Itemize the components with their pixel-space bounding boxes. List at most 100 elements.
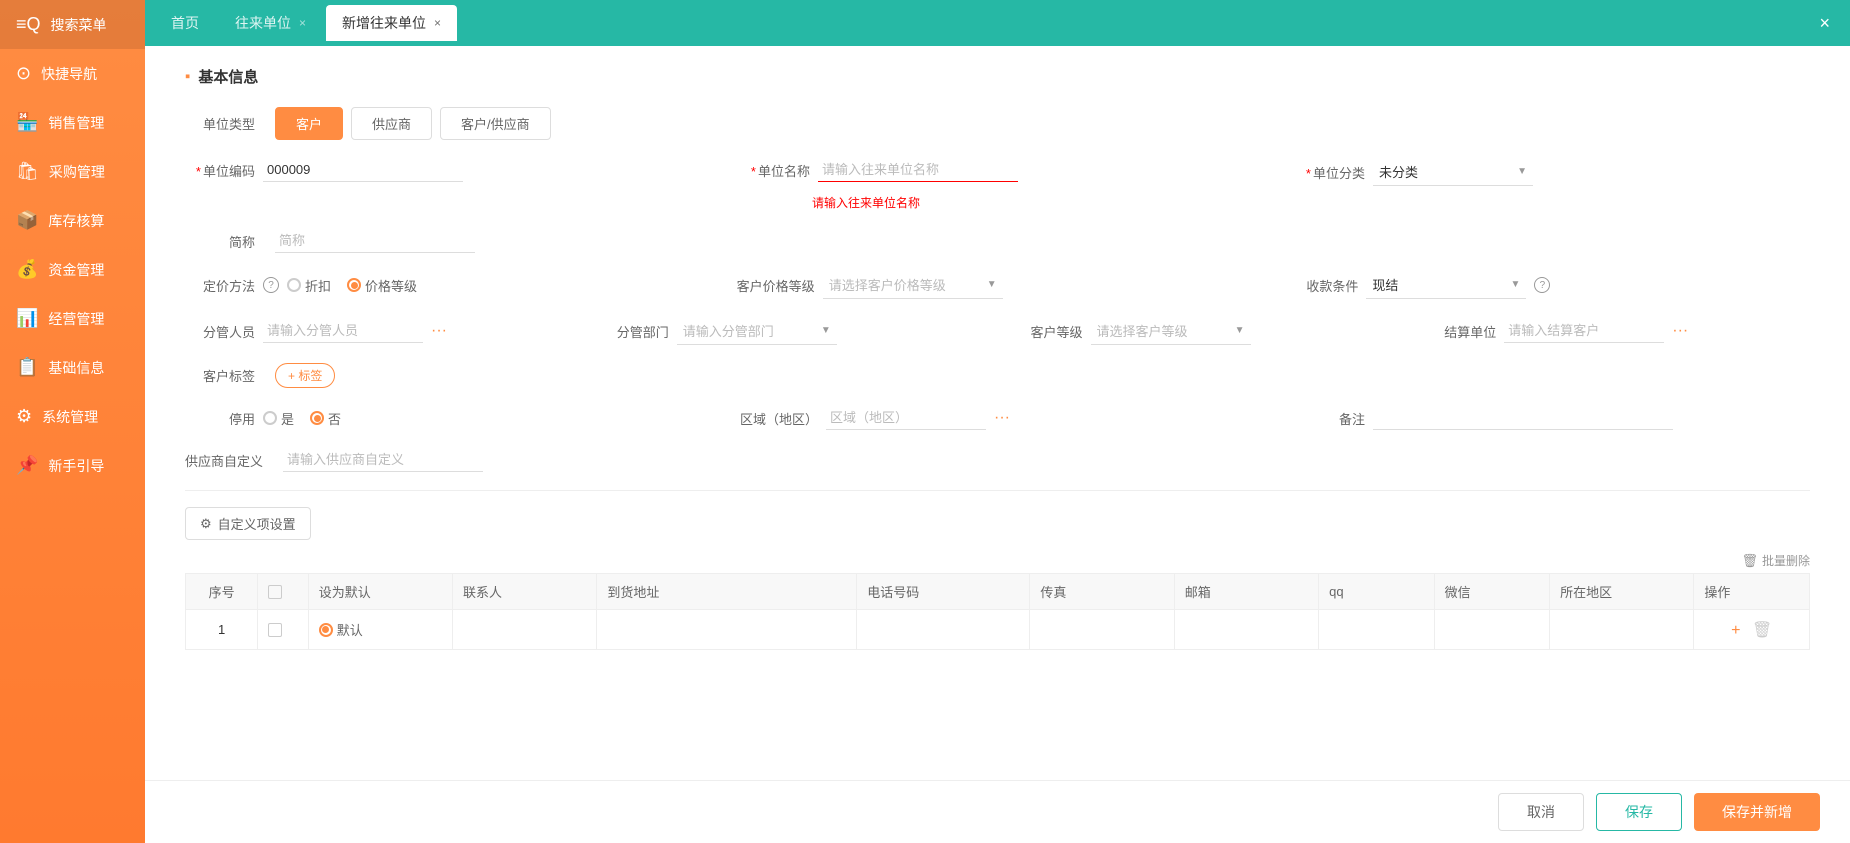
add-row-btn[interactable]: +	[1727, 622, 1744, 639]
sidebar-item-guide[interactable]: 📌 新手引导	[0, 441, 145, 490]
td-fax	[1030, 610, 1174, 650]
th-email: 邮箱	[1174, 574, 1318, 610]
department-dropdown-icon: ▼	[821, 325, 831, 336]
th-address: 到货地址	[597, 574, 857, 610]
customer-price-level-select[interactable]: 请选择客户价格等级 ▼	[823, 271, 1003, 299]
unit-type-label: 单位类型	[185, 114, 255, 133]
tab-home[interactable]: 首页	[155, 5, 215, 41]
unit-name-input[interactable]	[818, 158, 1018, 182]
region-more-btn[interactable]: ···	[994, 409, 1010, 427]
manager-more-btn[interactable]: ···	[431, 322, 447, 340]
payment-terms-select[interactable]: 现结 ▼	[1366, 271, 1526, 299]
save-button[interactable]: 保存	[1596, 793, 1682, 831]
sidebar: ≡Q 搜索菜单 ⊙ 快捷导航 🏪 销售管理 🛍 采购管理 📦 库存核算 💰 资金…	[0, 0, 145, 843]
department-field: 分管部门 请输入分管部门 ▼	[599, 317, 983, 345]
supplier-custom-input[interactable]	[283, 448, 483, 472]
remark-input[interactable]	[1373, 406, 1673, 430]
type-btn-both[interactable]: 客户/供应商	[440, 107, 551, 140]
payment-terms-field: 收款条件 现结 ▼ ?	[1288, 271, 1810, 299]
form-content: ▪ 基本信息 单位类型 客户 供应商 客户/供应商 单位编码	[145, 46, 1850, 780]
type-btn-supplier[interactable]: 供应商	[351, 107, 432, 140]
sidebar-item-operations[interactable]: 📊 经营管理	[0, 294, 145, 343]
sidebar-item-finance[interactable]: 💰 资金管理	[0, 245, 145, 294]
sidebar-item-purchase[interactable]: 🛍 采购管理	[0, 147, 145, 196]
settlement-field: 结算单位 ···	[1426, 319, 1810, 343]
radio-price-level[interactable]: 价格等级	[347, 276, 417, 295]
delete-row-btn[interactable]: 🗑	[1748, 622, 1776, 639]
area-input[interactable]	[1560, 618, 1683, 641]
radio-yes-circle	[263, 411, 277, 425]
select-all-checkbox[interactable]	[268, 585, 282, 599]
default-radio-circle	[319, 623, 333, 637]
close-window-button[interactable]: ×	[1809, 13, 1840, 34]
th-action: 操作	[1694, 574, 1810, 610]
fax-input[interactable]	[1040, 618, 1163, 641]
batch-delete-area: 🗑 批量删除	[185, 552, 1810, 569]
short-name-label: 简称	[185, 232, 255, 251]
region-input[interactable]	[826, 406, 986, 430]
pricing-method-field: 定价方法 ? 折扣 价格等级	[185, 276, 707, 295]
main-area: 首页 往来单位 × 新增往来单位 × × ▪ 基本信息 单位类型 客户 供应	[145, 0, 1850, 843]
qq-input[interactable]	[1329, 618, 1423, 641]
email-input[interactable]	[1185, 618, 1308, 641]
pricing-radio-group: 折扣 价格等级	[287, 276, 417, 295]
row-default-radio[interactable]: 默认	[319, 620, 442, 639]
phone-input[interactable]	[867, 618, 1019, 641]
customer-price-level-label: 客户价格等级	[737, 276, 815, 295]
th-qq: qq	[1319, 574, 1434, 610]
customer-tag-label: 客户标签	[185, 366, 255, 385]
th-seq: 序号	[186, 574, 258, 610]
pricing-help-icon[interactable]: ?	[263, 277, 279, 293]
disabled-label: 停用	[185, 409, 255, 428]
tab-contacts[interactable]: 往来单位 ×	[219, 5, 322, 41]
wechat-input[interactable]	[1445, 618, 1539, 641]
th-area: 所在地区	[1550, 574, 1694, 610]
address-input[interactable]	[607, 618, 846, 641]
unit-category-field: 单位分类 未分类 ▼	[1295, 158, 1810, 186]
payment-terms-help-icon[interactable]: ?	[1534, 277, 1550, 293]
sidebar-item-inventory[interactable]: 📦 库存核算	[0, 196, 145, 245]
customer-level-select[interactable]: 请选择客户等级 ▼	[1091, 317, 1251, 345]
close-new-contact-tab[interactable]: ×	[434, 16, 441, 30]
close-contacts-tab[interactable]: ×	[299, 16, 306, 30]
manager-input[interactable]	[263, 319, 423, 343]
custom-settings-button[interactable]: ⚙ 自定义项设置	[185, 507, 311, 540]
short-name-input[interactable]	[275, 229, 475, 253]
section-basic-info: ▪ 基本信息	[185, 66, 1810, 87]
cancel-button[interactable]: 取消	[1498, 793, 1584, 831]
department-select[interactable]: 请输入分管部门 ▼	[677, 317, 837, 345]
sidebar-item-quick-nav[interactable]: ⊙ 快捷导航	[0, 49, 145, 98]
settlement-input[interactable]	[1504, 319, 1664, 343]
radio-no[interactable]: 否	[310, 409, 341, 428]
td-address	[597, 610, 857, 650]
contact-input[interactable]	[463, 618, 586, 641]
customer-level-field: 客户等级 请选择客户等级 ▼	[1013, 317, 1397, 345]
sidebar-item-basic-info[interactable]: 📋 基础信息	[0, 343, 145, 392]
guide-icon: 📌	[16, 455, 38, 476]
td-area	[1550, 610, 1694, 650]
unit-name-label: 单位名称	[740, 161, 810, 180]
unit-code-label: 单位编码	[185, 161, 255, 180]
unit-code-name-row: 单位编码 单位名称 请输入往来单位名称 单位分类	[185, 158, 1810, 211]
type-btn-customer[interactable]: 客户	[275, 107, 343, 140]
save-and-new-button[interactable]: 保存并新增	[1694, 793, 1820, 831]
td-default: 默认	[308, 610, 452, 650]
operations-icon: 📊	[16, 308, 38, 329]
unit-category-label: 单位分类	[1295, 163, 1365, 182]
manager-field: 分管人员 ···	[185, 319, 569, 343]
radio-discount[interactable]: 折扣	[287, 276, 331, 295]
batch-delete-btn[interactable]: 批量删除	[1762, 552, 1810, 569]
radio-yes[interactable]: 是	[263, 409, 294, 428]
td-contact	[453, 610, 597, 650]
unit-category-select[interactable]: 未分类 ▼	[1373, 158, 1533, 186]
sidebar-item-system[interactable]: ⚙ 系统管理	[0, 392, 145, 441]
tab-new-contact[interactable]: 新增往来单位 ×	[326, 5, 457, 41]
unit-code-input[interactable]	[263, 158, 463, 182]
sidebar-item-sales[interactable]: 🏪 销售管理	[0, 98, 145, 147]
add-tag-button[interactable]: + 标签	[275, 363, 335, 388]
settlement-more-btn[interactable]: ···	[1672, 322, 1688, 340]
unit-type-row: 单位类型 客户 供应商 客户/供应商	[185, 107, 1810, 140]
row-checkbox[interactable]	[268, 623, 282, 637]
td-action: + 🗑	[1694, 610, 1810, 650]
sidebar-item-search[interactable]: ≡Q 搜索菜单	[0, 0, 145, 49]
